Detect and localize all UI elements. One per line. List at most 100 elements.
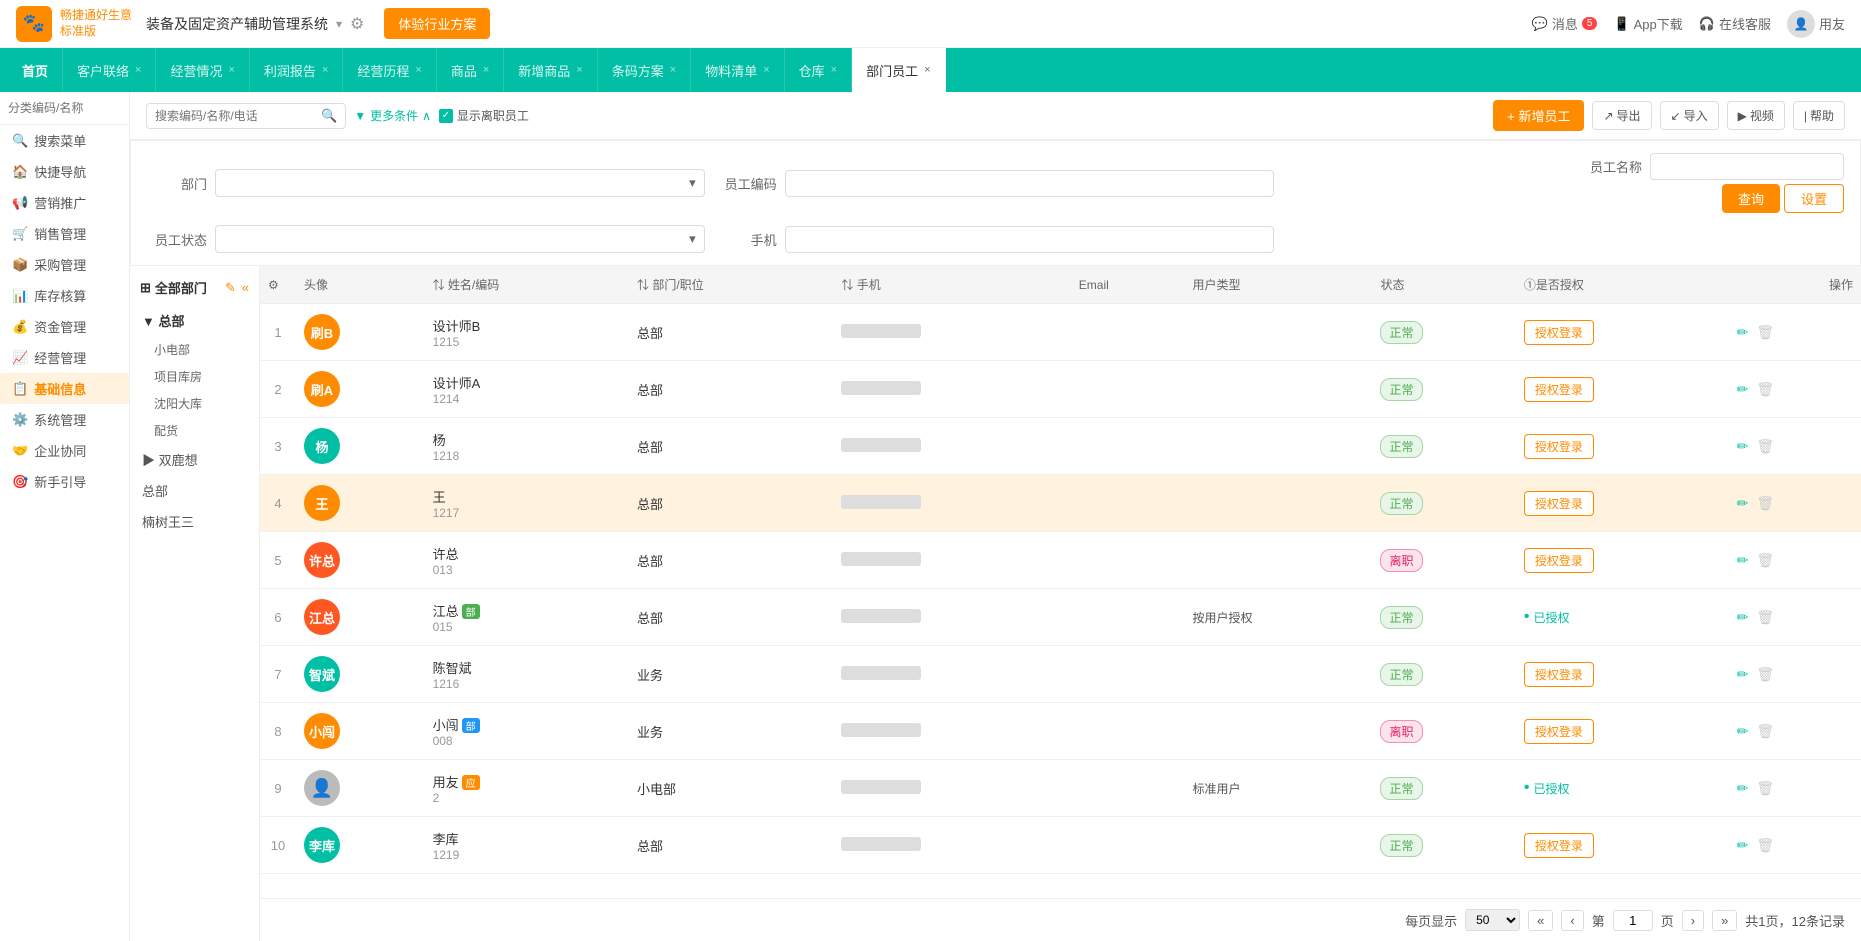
- delete-icon[interactable]: 🗑: [1756, 381, 1774, 398]
- tab-goods[interactable]: 商品 ×: [437, 48, 504, 92]
- close-icon[interactable]: ×: [415, 64, 421, 76]
- help-button[interactable]: | 帮助: [1793, 101, 1845, 130]
- edit-icon[interactable]: ✏: [1737, 324, 1749, 341]
- auth-login-button[interactable]: 授权登录: [1524, 377, 1594, 402]
- sidebar-item-finance[interactable]: 💰 资金管理: [0, 311, 129, 342]
- tab-profit[interactable]: 利润报告 ×: [250, 48, 343, 92]
- next-page-button[interactable]: ›: [1682, 910, 1704, 931]
- edit-icon[interactable]: ✏: [1737, 723, 1749, 740]
- sidebar-item-inventory[interactable]: 📊 库存核算: [0, 280, 129, 311]
- col-name[interactable]: ⇅ 姓名/编码: [425, 266, 629, 304]
- auth-login-button[interactable]: 授权登录: [1524, 320, 1594, 345]
- dept-collapse-icon[interactable]: «: [242, 280, 249, 296]
- close-icon[interactable]: ×: [763, 64, 769, 76]
- close-icon[interactable]: ×: [670, 64, 676, 76]
- auth-login-button[interactable]: 授权登录: [1524, 719, 1594, 744]
- tab-barcode[interactable]: 条码方案 ×: [598, 48, 691, 92]
- sidebar-item-nav[interactable]: 🏠 快捷导航: [0, 156, 129, 187]
- delete-icon[interactable]: 🗑: [1756, 438, 1774, 455]
- sidebar-item-marketing[interactable]: 📢 营销推广: [0, 187, 129, 218]
- first-page-button[interactable]: «: [1528, 910, 1553, 931]
- sidebar-item-basic[interactable]: 📋 基础信息: [0, 373, 129, 404]
- per-page-select[interactable]: 50 20 100: [1465, 909, 1520, 931]
- tab-business[interactable]: 经营情况 ×: [156, 48, 249, 92]
- delete-icon[interactable]: 🗑: [1756, 552, 1774, 569]
- user-area[interactable]: 👤 用友: [1787, 10, 1845, 38]
- edit-icon[interactable]: ✏: [1737, 780, 1749, 797]
- sidebar-item-purchase[interactable]: 📦 采购管理: [0, 249, 129, 280]
- tab-bom[interactable]: 物料清单 ×: [691, 48, 784, 92]
- dropdown-arrow-icon[interactable]: ▾: [336, 17, 342, 31]
- delete-icon[interactable]: 🗑: [1756, 780, 1774, 797]
- online-service-button[interactable]: 🎧 在线客服: [1699, 14, 1771, 33]
- col-phone[interactable]: ⇅ 手机: [833, 266, 1070, 304]
- tab-home[interactable]: 首页: [8, 48, 63, 92]
- close-icon[interactable]: ×: [924, 64, 930, 76]
- tab-history[interactable]: 经营历程 ×: [343, 48, 436, 92]
- sidebar-item-system[interactable]: ⚙️ 系统管理: [0, 404, 129, 435]
- close-icon[interactable]: ×: [483, 64, 489, 76]
- sidebar-item-collab[interactable]: 🤝 企业协同: [0, 435, 129, 466]
- dept-child-peihuo[interactable]: 配货: [130, 417, 259, 444]
- delete-icon[interactable]: 🗑: [1756, 723, 1774, 740]
- edit-icon[interactable]: ✏: [1737, 381, 1749, 398]
- auth-login-button[interactable]: 授权登录: [1524, 434, 1594, 459]
- sidebar-item-operation[interactable]: 📈 经营管理: [0, 342, 129, 373]
- auth-login-button[interactable]: 授权登录: [1524, 491, 1594, 516]
- tab-customer[interactable]: 客户联络 ×: [63, 48, 156, 92]
- sidebar-search-box[interactable]: 🔍: [0, 92, 129, 125]
- show-resigned-toggle[interactable]: ✓ 显示离职员工: [439, 107, 529, 124]
- sidebar-search-input[interactable]: [8, 101, 130, 115]
- edit-icon[interactable]: ✏: [1737, 438, 1749, 455]
- dept-item-shuanglu[interactable]: ▶ 双鹿想: [130, 444, 259, 475]
- employee-code-input[interactable]: [785, 170, 1275, 197]
- delete-icon[interactable]: 🗑: [1756, 609, 1774, 626]
- close-icon[interactable]: ×: [322, 64, 328, 76]
- query-button[interactable]: 查询: [1722, 184, 1780, 213]
- delete-icon[interactable]: 🗑: [1756, 666, 1774, 683]
- export-button[interactable]: ↗ 导出: [1592, 101, 1651, 130]
- close-icon[interactable]: ×: [576, 64, 582, 76]
- reset-button[interactable]: 设置: [1784, 184, 1844, 213]
- video-button[interactable]: ▶ 视频: [1727, 101, 1785, 130]
- sidebar-item-sales[interactable]: 🛒 销售管理: [0, 218, 129, 249]
- dept-item-nanshuwang[interactable]: 楠树王三: [130, 506, 259, 537]
- delete-icon[interactable]: 🗑: [1756, 324, 1774, 341]
- sidebar-item-search[interactable]: 🔍 搜索菜单: [0, 125, 129, 156]
- delete-icon[interactable]: 🗑: [1756, 837, 1774, 854]
- import-button[interactable]: ↙ 导入: [1660, 101, 1719, 130]
- page-number-input[interactable]: [1613, 910, 1653, 931]
- tab-warehouse[interactable]: 仓库 ×: [785, 48, 852, 92]
- edit-icon[interactable]: ✏: [1737, 495, 1749, 512]
- add-employee-button[interactable]: + 新增员工: [1493, 100, 1584, 131]
- col-dept[interactable]: ⇅ 部门/职位: [629, 266, 833, 304]
- trial-button[interactable]: 体验行业方案: [384, 8, 490, 39]
- more-filter-button[interactable]: ▼ 更多条件 ∧: [354, 107, 431, 124]
- sidebar-item-guide[interactable]: 🎯 新手引导: [0, 466, 129, 497]
- auth-login-button[interactable]: 授权登录: [1524, 662, 1594, 687]
- close-icon[interactable]: ×: [831, 64, 837, 76]
- col-settings[interactable]: ⚙: [260, 266, 296, 304]
- dept-item-head[interactable]: ▼ 总部: [130, 305, 259, 336]
- edit-icon[interactable]: ✏: [1737, 837, 1749, 854]
- close-icon[interactable]: ×: [135, 64, 141, 76]
- gear-icon[interactable]: ⚙: [350, 14, 364, 34]
- last-page-button[interactable]: »: [1712, 910, 1737, 931]
- app-download-button[interactable]: 📱 App下载: [1613, 14, 1682, 33]
- dept-item-zongbu[interactable]: 总部: [130, 475, 259, 506]
- dept-select[interactable]: ▾: [215, 169, 705, 197]
- employee-name-input[interactable]: [1650, 153, 1844, 180]
- dept-child-xiaodibu[interactable]: 小电部: [130, 336, 259, 363]
- delete-icon[interactable]: 🗑: [1756, 495, 1774, 512]
- close-icon[interactable]: ×: [228, 64, 234, 76]
- message-button[interactable]: 💬 消息 5: [1532, 14, 1598, 33]
- dept-child-shenyang[interactable]: 沈阳大库: [130, 390, 259, 417]
- employee-search-input[interactable]: [155, 109, 315, 123]
- dept-add-icon[interactable]: ✎: [225, 280, 236, 296]
- auth-login-button[interactable]: 授权登录: [1524, 548, 1594, 573]
- phone-input[interactable]: [785, 226, 1275, 253]
- employee-search-box[interactable]: 🔍: [146, 103, 346, 129]
- edit-icon[interactable]: ✏: [1737, 552, 1749, 569]
- dept-child-project[interactable]: 项目库房: [130, 363, 259, 390]
- auth-login-button[interactable]: 授权登录: [1524, 833, 1594, 858]
